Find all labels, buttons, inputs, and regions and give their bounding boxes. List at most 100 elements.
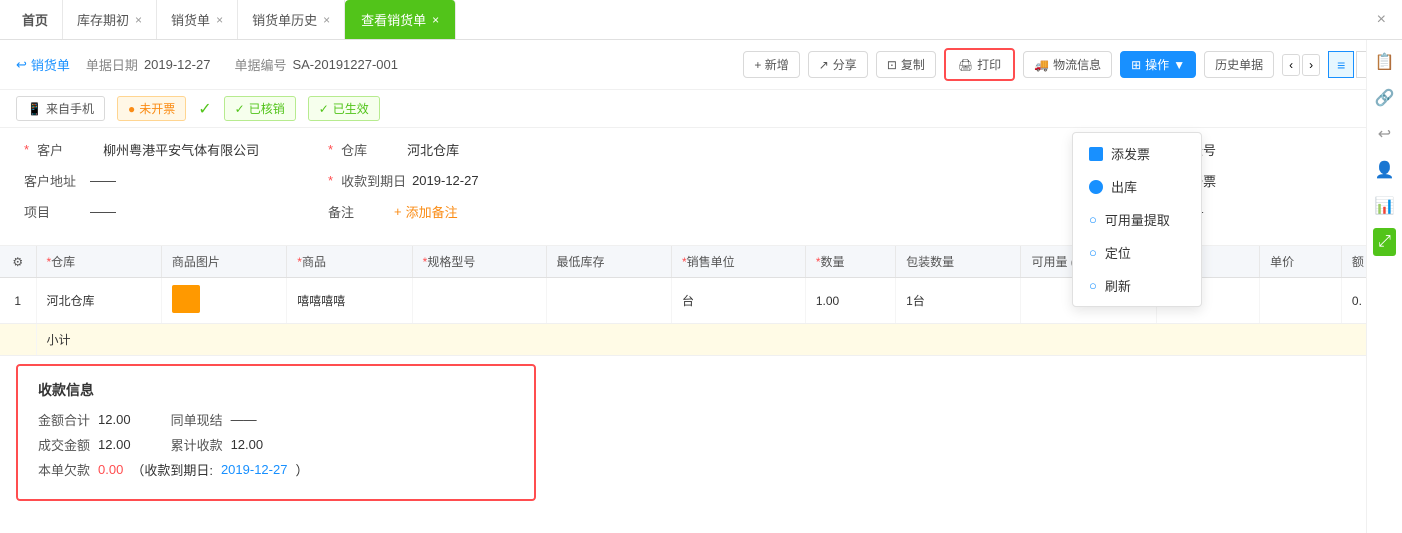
row-sales-unit: 台 bbox=[671, 278, 805, 324]
sidebar-icon-3[interactable]: ↩ bbox=[1374, 120, 1395, 148]
sub-toolbar: 📱 来自手机 ● 未开票 ✓ ✓ 已核销 ✓ 已生效 bbox=[0, 90, 1402, 128]
project-label: 项目 bbox=[24, 202, 84, 221]
transaction-label: 成交金额 bbox=[38, 435, 90, 454]
add-note-button[interactable]: + 添加备注 bbox=[394, 202, 458, 221]
operate-button[interactable]: ⊞ 操作 ▼ bbox=[1120, 51, 1196, 78]
sidebar-icon-4[interactable]: 👤 bbox=[1371, 156, 1399, 184]
doc-icon: ↩ bbox=[16, 57, 27, 73]
new-button[interactable]: + 新增 bbox=[743, 51, 799, 78]
number-value: SA-20191227-001 bbox=[292, 57, 398, 72]
print-icon: 🖨 bbox=[958, 58, 973, 72]
dropdown-locate[interactable]: ○ 定位 bbox=[1073, 236, 1201, 269]
close-sales-order[interactable]: × bbox=[216, 13, 223, 27]
copy-button[interactable]: ⊡ 复制 bbox=[876, 51, 936, 78]
tab-sales-history[interactable]: 销货单历史 × bbox=[238, 0, 345, 39]
customer-label: 客户 bbox=[37, 140, 97, 159]
cumulative-label: 累计收款 bbox=[171, 435, 223, 454]
refresh-label: 刷新 bbox=[1105, 276, 1131, 295]
row-spec bbox=[412, 278, 546, 324]
prev-record-button[interactable]: ‹ bbox=[1282, 54, 1300, 76]
dropdown-menu: 添发票 出库 ○ 可用量提取 ○ 定位 ○ 刷新 bbox=[1072, 132, 1202, 307]
date-label: 单据日期 bbox=[86, 55, 138, 74]
sidebar-icon-2[interactable]: 🔗 bbox=[1371, 84, 1399, 112]
payment-date-required: * bbox=[328, 173, 333, 188]
tab-inventory-init[interactable]: 库存期初 × bbox=[63, 0, 157, 39]
total-value: 12.00 bbox=[98, 412, 131, 427]
close-inventory-init[interactable]: × bbox=[135, 13, 142, 27]
same-order-value: —— bbox=[231, 412, 257, 427]
due-value: 0.00 bbox=[98, 462, 123, 477]
cumulative-item: 累计收款 12.00 bbox=[171, 435, 264, 454]
doc-actions: + 新增 ↗ 分享 ⊡ 复制 🖨 打印 🚚 物流信息 ⊞ 操作 bbox=[743, 48, 1386, 81]
dropdown-add-invoice[interactable]: 添发票 bbox=[1073, 137, 1201, 170]
total-item: 金额合计 12.00 bbox=[38, 410, 131, 429]
subtotal-text: 小计 bbox=[36, 324, 1402, 356]
note-label: 备注 bbox=[328, 202, 388, 221]
print-button[interactable]: 🖨 打印 bbox=[948, 52, 1011, 77]
doc-number: 单据编号 SA-20191227-001 bbox=[234, 55, 398, 74]
doc-date: 单据日期 2019-12-27 bbox=[86, 55, 211, 74]
sidebar-icon-expand[interactable]: ⤢ bbox=[1373, 228, 1396, 256]
tab-sales-order[interactable]: 销货单 × bbox=[157, 0, 238, 39]
payment-row-1: 金额合计 12.00 同单现结 —— bbox=[38, 410, 514, 429]
th-unit-price: 单价 bbox=[1260, 246, 1342, 278]
payment-row-2: 成交金额 12.00 累计收款 12.00 bbox=[38, 435, 514, 454]
logistics-icon: 🚚 bbox=[1034, 58, 1049, 72]
date-value: 2019-12-27 bbox=[144, 57, 211, 72]
payment-title: 收款信息 bbox=[38, 380, 514, 400]
sidebar-icon-5[interactable]: 📊 bbox=[1371, 192, 1399, 220]
phone-icon: 📱 bbox=[27, 102, 42, 116]
not-open-tag: ● 未开票 bbox=[117, 96, 186, 121]
check-effect-icon: ✓ bbox=[319, 102, 329, 116]
sidebar-icon-1[interactable]: 📋 bbox=[1371, 48, 1399, 76]
doc-meta: 单据日期 2019-12-27 单据编号 SA-20191227-001 bbox=[86, 55, 727, 74]
locate-icon: ○ bbox=[1089, 245, 1097, 260]
nav-chevrons: ‹ › bbox=[1282, 54, 1320, 76]
logistics-button[interactable]: 🚚 物流信息 bbox=[1023, 51, 1112, 78]
dropdown-outbound[interactable]: 出库 bbox=[1073, 170, 1201, 203]
cancelled-tag: ✓ 已核销 bbox=[224, 96, 296, 121]
th-min-stock: 最低库存 bbox=[546, 246, 671, 278]
list-view-button[interactable]: ≡ bbox=[1328, 51, 1354, 78]
row-package-qty: 1台 bbox=[896, 278, 1021, 324]
tab-view-sales[interactable]: 查看销货单 × bbox=[345, 0, 456, 39]
th-package-qty: 包装数量 bbox=[896, 246, 1021, 278]
share-button[interactable]: ↗ 分享 bbox=[808, 51, 868, 78]
row-unit-price bbox=[1260, 278, 1342, 324]
print-button-wrapper: 🖨 打印 bbox=[944, 48, 1015, 81]
th-product-img: 商品图片 bbox=[161, 246, 286, 278]
subtotal-row: 小计 bbox=[0, 324, 1402, 356]
cumulative-value: 12.00 bbox=[231, 437, 264, 452]
close-sales-history[interactable]: × bbox=[323, 13, 330, 27]
history-button[interactable]: 历史单据 bbox=[1204, 51, 1274, 78]
th-warehouse: *仓库 bbox=[36, 246, 161, 278]
product-image bbox=[172, 285, 200, 313]
th-spec: *规格型号 bbox=[412, 246, 546, 278]
close-view-sales[interactable]: × bbox=[432, 13, 439, 27]
outbound-label: 出库 bbox=[1111, 177, 1137, 196]
next-record-button[interactable]: › bbox=[1302, 54, 1320, 76]
add-invoice-label: 添发票 bbox=[1111, 144, 1150, 163]
warehouse-required: * bbox=[328, 142, 333, 157]
same-order-item: 同单现结 —— bbox=[171, 410, 257, 429]
dropdown-refresh[interactable]: ○ 刷新 bbox=[1073, 269, 1201, 302]
warehouse-value: 河北仓库 bbox=[407, 140, 459, 159]
doc-type-badge: ↩ 销货单 bbox=[16, 55, 70, 74]
from-phone-button[interactable]: 📱 来自手机 bbox=[16, 96, 105, 121]
row-product-img bbox=[161, 278, 286, 324]
close-all-tabs[interactable]: × bbox=[1369, 11, 1394, 29]
dropdown-available-qty[interactable]: ○ 可用量提取 bbox=[1073, 203, 1201, 236]
main-content: ↩ 销货单 单据日期 2019-12-27 单据编号 SA-20191227-0… bbox=[0, 40, 1402, 533]
payment-row-3: 本单欠款 0.00 （收款到期日: 2019-12-27 ） bbox=[38, 460, 514, 479]
th-sales-unit: *销售单位 bbox=[671, 246, 805, 278]
available-qty-icon: ○ bbox=[1089, 212, 1097, 227]
transaction-item: 成交金额 12.00 bbox=[38, 435, 131, 454]
row-min-stock bbox=[546, 278, 671, 324]
add-invoice-icon bbox=[1089, 147, 1103, 161]
th-settings: ⚙ bbox=[0, 246, 36, 278]
plus-icon: + bbox=[394, 204, 402, 219]
due-note: （收款到期日: bbox=[131, 460, 213, 479]
tab-home[interactable]: 首页 bbox=[8, 0, 63, 39]
address-label: 客户地址 bbox=[24, 171, 84, 190]
row-warehouse: 河北仓库 bbox=[36, 278, 161, 324]
